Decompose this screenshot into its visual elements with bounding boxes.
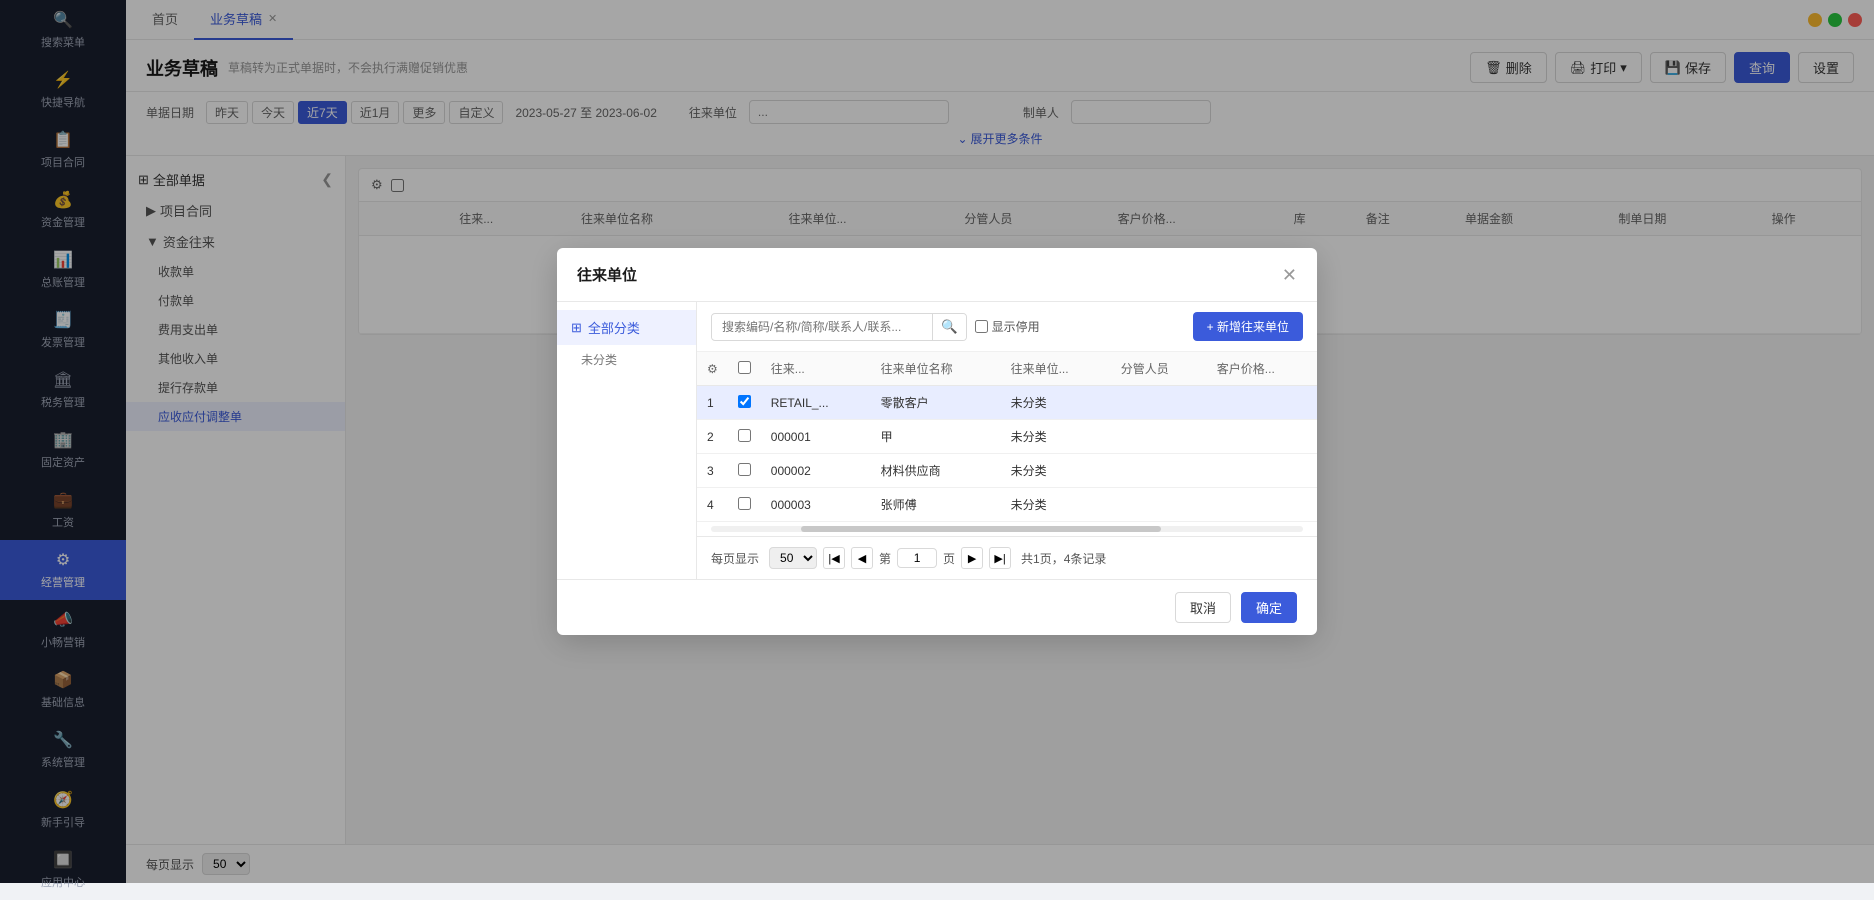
page-size-select[interactable]: 50 — [769, 547, 817, 569]
row-code: 000003 — [761, 488, 871, 522]
row-num: 2 — [697, 420, 728, 454]
modal-footer-bar: 每页显示 50 |◀ ◀ 第 页 ▶ ▶| 共1页，4条记录 — [697, 536, 1317, 579]
row-manager — [1111, 488, 1207, 522]
modal-col-unit[interactable]: 往来单位... — [1001, 352, 1111, 386]
row-name: 张师傅 — [871, 488, 1001, 522]
show-disabled-label: 显示停用 — [975, 318, 1040, 335]
row-name: 零散客户 — [871, 386, 1001, 420]
row-code: 000001 — [761, 420, 871, 454]
scrollbar-thumb — [801, 526, 1161, 532]
total-info: 共1页，4条记录 — [1021, 550, 1106, 567]
show-disabled-checkbox[interactable] — [975, 320, 988, 333]
modal-sidebar: ⊞ 全部分类 未分类 — [557, 302, 697, 579]
page-size-label: 每页显示 — [711, 550, 759, 567]
row-num: 3 — [697, 454, 728, 488]
page-label-before: 第 — [879, 550, 891, 567]
modal-sidebar-all[interactable]: ⊞ 全部分类 — [557, 310, 696, 345]
modal-title: 往来单位 — [577, 264, 637, 285]
search-submit-button[interactable]: 🔍 — [932, 314, 966, 340]
modal-sidebar-uncategorized[interactable]: 未分类 — [557, 345, 696, 374]
modal-search-input[interactable] — [712, 315, 932, 339]
row-num: 4 — [697, 488, 728, 522]
partner-modal: 往来单位 ✕ ⊞ 全部分类 未分类 🔍 — [557, 248, 1317, 635]
row-price — [1207, 454, 1317, 488]
last-page-btn[interactable]: ▶| — [989, 547, 1011, 569]
row-code: RETAIL_... — [761, 386, 871, 420]
modal-actions: 取消 确定 — [557, 579, 1317, 635]
row-price — [1207, 386, 1317, 420]
modal-table-row[interactable]: 2 000001 甲 未分类 — [697, 420, 1317, 454]
modal-body: ⊞ 全部分类 未分类 🔍 显示停用 — [557, 302, 1317, 579]
row-check[interactable] — [728, 454, 761, 488]
row-category: 未分类 — [1001, 420, 1111, 454]
row-category: 未分类 — [1001, 386, 1111, 420]
row-manager — [1111, 454, 1207, 488]
modal-select-all[interactable] — [738, 361, 751, 374]
row-name: 甲 — [871, 420, 1001, 454]
row-code: 000002 — [761, 454, 871, 488]
row-manager — [1111, 386, 1207, 420]
modal-col-check — [728, 352, 761, 386]
horizontal-scrollbar[interactable] — [711, 526, 1303, 532]
first-page-btn[interactable]: |◀ — [823, 547, 845, 569]
page-label-after: 页 — [943, 550, 955, 567]
modal-col-settings: ⚙ — [697, 352, 728, 386]
modal-table-row[interactable]: 3 000002 材料供应商 未分类 — [697, 454, 1317, 488]
prev-page-btn[interactable]: ◀ — [851, 547, 873, 569]
pagination: 每页显示 50 |◀ ◀ 第 页 ▶ ▶| 共1页，4条记录 — [711, 547, 1106, 569]
modal-content: 🔍 显示停用 + 新增往来单位 ⚙ — [697, 302, 1317, 579]
row-check[interactable] — [728, 386, 761, 420]
modal-table-row[interactable]: 4 000003 张师傅 未分类 — [697, 488, 1317, 522]
row-num: 1 — [697, 386, 728, 420]
modal-table-area: ⚙ 往来... 往来单位名称 往来单位... 分管人员 客户价格... 1 — [697, 352, 1317, 522]
row-category: 未分类 — [1001, 454, 1111, 488]
modal-overlay[interactable]: 往来单位 ✕ ⊞ 全部分类 未分类 🔍 — [0, 0, 1874, 883]
modal-col-manager[interactable]: 分管人员 — [1111, 352, 1207, 386]
row-check[interactable] — [728, 420, 761, 454]
modal-col-price[interactable]: 客户价格... — [1207, 352, 1317, 386]
cancel-button[interactable]: 取消 — [1175, 592, 1231, 623]
modal-col-name[interactable]: 往来单位名称 — [871, 352, 1001, 386]
modal-close-button[interactable]: ✕ — [1282, 266, 1297, 284]
page-number-input[interactable] — [897, 548, 937, 568]
add-partner-button[interactable]: + 新增往来单位 — [1193, 312, 1303, 341]
row-price — [1207, 420, 1317, 454]
modal-header: 往来单位 ✕ — [557, 248, 1317, 302]
confirm-button[interactable]: 确定 — [1241, 592, 1297, 623]
row-check[interactable] — [728, 488, 761, 522]
modal-data-table: ⚙ 往来... 往来单位名称 往来单位... 分管人员 客户价格... 1 — [697, 352, 1317, 522]
row-category: 未分类 — [1001, 488, 1111, 522]
row-manager — [1111, 420, 1207, 454]
row-name: 材料供应商 — [871, 454, 1001, 488]
modal-toolbar: 🔍 显示停用 + 新增往来单位 — [697, 302, 1317, 352]
modal-col-code[interactable]: 往来... — [761, 352, 871, 386]
grid-icon-small: ⊞ — [571, 320, 582, 336]
row-price — [1207, 488, 1317, 522]
next-page-btn[interactable]: ▶ — [961, 547, 983, 569]
search-box: 🔍 — [711, 313, 967, 341]
modal-table-row[interactable]: 1 RETAIL_... 零散客户 未分类 — [697, 386, 1317, 420]
